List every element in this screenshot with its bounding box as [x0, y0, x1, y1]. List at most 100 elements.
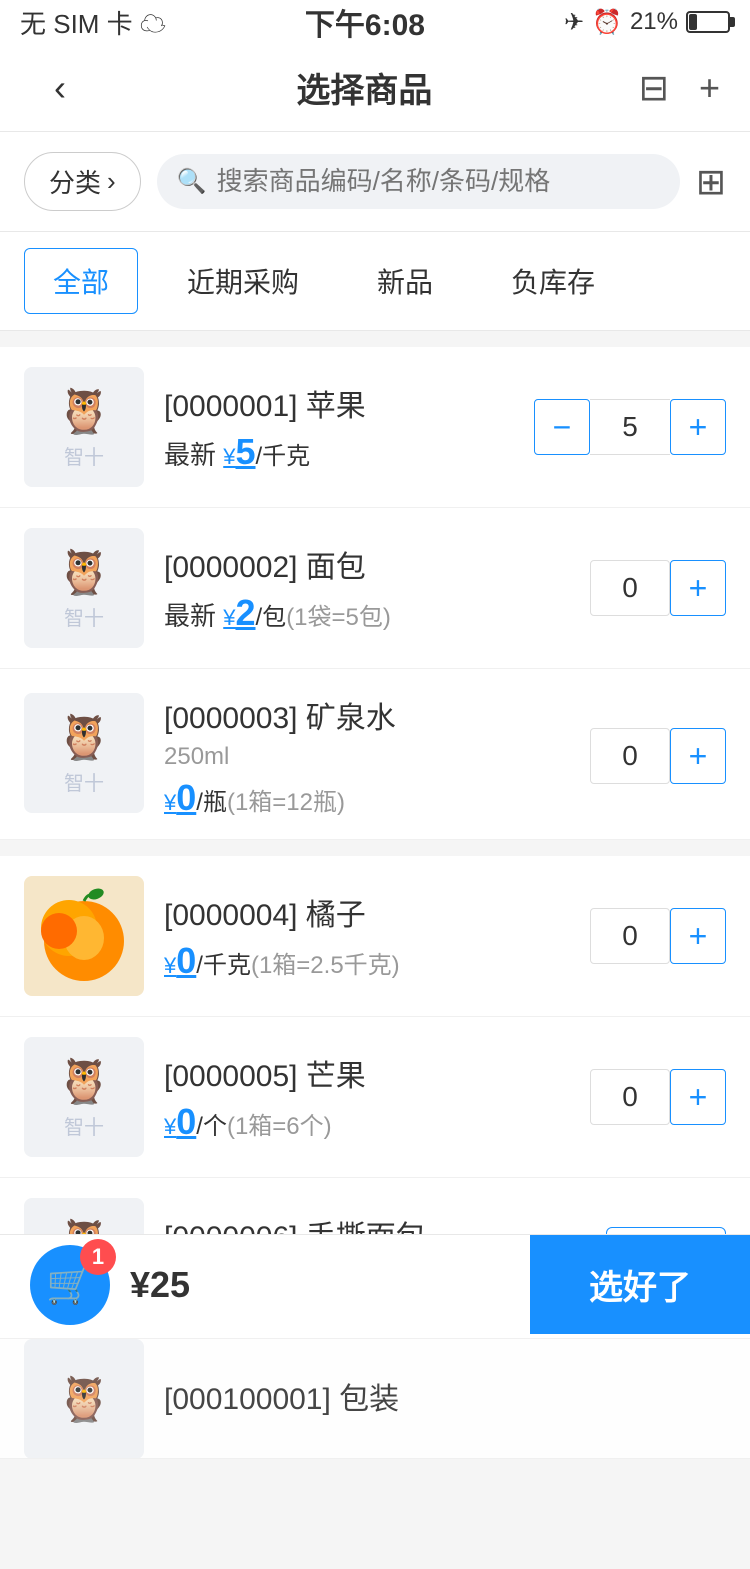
owl-placeholder: 🦉 智十 [24, 528, 144, 648]
product-thumbnail: 🦉 智十 [24, 1037, 144, 1157]
search-icon: 🔍 [177, 167, 207, 196]
fruit-image [24, 876, 144, 996]
battery-label: 21% [630, 8, 678, 36]
qty-plus-button[interactable]: + [670, 399, 726, 455]
category-label: 分类 [49, 163, 101, 200]
location-icon: ✈ [564, 8, 584, 37]
latest-label: 最新 [164, 440, 223, 470]
product-price: ¥0/个(1箱=6个) [164, 1101, 570, 1143]
price-value: 5 [235, 431, 255, 472]
tab-new[interactable]: 新品 [348, 248, 462, 314]
tab-all[interactable]: 全部 [24, 248, 138, 314]
product-name: [0000004] 橘子 [164, 890, 570, 934]
latest-label: 最新 [164, 601, 223, 631]
product-item: 🦉 智十 [0000001] 苹果 最新 ¥5/千克 − + [0, 347, 750, 508]
search-box: 🔍 [157, 154, 680, 209]
price-unit: /瓶 [196, 789, 227, 816]
price-extra: (1箱=2.5千克) [251, 952, 400, 979]
price-extra: (1袋=5包) [286, 604, 391, 631]
battery-icon [686, 11, 730, 33]
category-button[interactable]: 分类 › [24, 152, 141, 211]
brand-label: 智十 [64, 441, 104, 470]
nav-bar: ‹ 选择商品 ⊟ + [0, 44, 750, 132]
product-name: [000100001] 包装 [164, 1374, 726, 1418]
price-extra: (1箱=6个) [227, 1113, 332, 1140]
product-list: 🦉 智十 [0000001] 苹果 最新 ¥5/千克 − + 🦉 智十 [000… [0, 347, 750, 1569]
price-value: 0 [176, 940, 196, 981]
owl-placeholder: 🦉 [24, 1339, 144, 1459]
product-name: [0000003] 矿泉水 [164, 693, 570, 737]
qty-plus-button[interactable]: + [670, 1069, 726, 1125]
qty-input[interactable] [590, 728, 670, 784]
divider [0, 331, 750, 347]
product-info: [0000002] 面包 最新 ¥2/包(1袋=5包) [164, 542, 570, 634]
section-divider [0, 840, 750, 856]
cart-area: 🛒 1 ¥25 [0, 1245, 530, 1325]
qty-control: + [590, 1069, 726, 1125]
product-info: [000100001] 包装 [164, 1374, 726, 1424]
product-thumbnail [24, 876, 144, 996]
qty-control: + [590, 728, 726, 784]
price-prefix: ¥ [223, 605, 235, 630]
owl-icon: 🦉 [57, 1055, 112, 1107]
add-icon[interactable]: + [699, 67, 720, 109]
product-item: 🦉 [000100001] 包装 [0, 1339, 750, 1459]
price-value: 0 [176, 777, 196, 818]
product-item: 🦉 智十 [0000002] 面包 最新 ¥2/包(1袋=5包) + [0, 508, 750, 669]
owl-icon: 🦉 [57, 546, 112, 598]
status-time: 下午6:08 [305, 0, 425, 44]
product-thumbnail: 🦉 [24, 1339, 144, 1459]
filter-icon[interactable]: ⊟ [639, 67, 669, 109]
price-unit: /千克 [256, 443, 311, 470]
scan-icon[interactable]: ⊞ [696, 161, 726, 203]
product-name: [0000001] 苹果 [164, 381, 514, 425]
owl-placeholder: 🦉 智十 [24, 367, 144, 487]
qty-plus-button[interactable]: + [670, 728, 726, 784]
owl-placeholder: 🦉 智十 [24, 1037, 144, 1157]
product-info: [0000001] 苹果 最新 ¥5/千克 [164, 381, 514, 473]
status-bar: 无 SIM 卡 ☁ 下午6:08 ✈ ⏰ 21% [0, 0, 750, 44]
bottom-bar: 🛒 1 ¥25 选好了 [0, 1234, 750, 1334]
status-left: 无 SIM 卡 ☁ [20, 4, 166, 41]
product-info: [0000003] 矿泉水 250ml ¥0/瓶(1箱=12瓶) [164, 693, 570, 819]
product-item: [0000004] 橘子 ¥0/千克(1箱=2.5千克) + [0, 856, 750, 1017]
product-name: [0000002] 面包 [164, 542, 570, 586]
brand-label: 智十 [64, 1111, 104, 1140]
qty-minus-button[interactable]: − [534, 399, 590, 455]
cart-icon-wrap[interactable]: 🛒 1 [30, 1245, 110, 1325]
product-spec: 250ml [164, 743, 570, 771]
tab-bar: 全部 近期采购 新品 负库存 [0, 232, 750, 331]
qty-input[interactable] [590, 1069, 670, 1125]
price-unit: /个 [196, 1113, 227, 1140]
qty-control: + [590, 560, 726, 616]
qty-input[interactable] [590, 399, 670, 455]
status-right: ✈ ⏰ 21% [564, 8, 730, 37]
product-info: [0000004] 橘子 ¥0/千克(1箱=2.5千克) [164, 890, 570, 982]
product-name: [0000005] 芒果 [164, 1051, 570, 1095]
tab-recent[interactable]: 近期采购 [158, 248, 328, 314]
qty-input[interactable] [590, 908, 670, 964]
back-button[interactable]: ‹ [30, 58, 90, 118]
price-prefix: ¥ [223, 444, 235, 469]
price-value: 0 [176, 1101, 196, 1142]
product-price: 最新 ¥5/千克 [164, 431, 514, 473]
confirm-button[interactable]: 选好了 [530, 1235, 750, 1334]
qty-plus-button[interactable]: + [670, 560, 726, 616]
qty-plus-button[interactable]: + [670, 908, 726, 964]
nav-actions: ⊟ + [639, 67, 720, 109]
cart-total: ¥25 [130, 1264, 190, 1306]
category-arrow-icon: › [107, 166, 116, 197]
qty-control: + [590, 908, 726, 964]
price-prefix: ¥ [164, 1114, 176, 1139]
page-title: 选择商品 [296, 63, 432, 112]
tab-negative[interactable]: 负库存 [482, 248, 624, 314]
product-thumbnail: 🦉 智十 [24, 367, 144, 487]
owl-icon: 🦉 [57, 1373, 112, 1425]
search-input[interactable] [217, 166, 660, 197]
owl-icon: 🦉 [57, 385, 112, 437]
price-extra: (1箱=12瓶) [227, 789, 345, 816]
qty-control: − + [534, 399, 726, 455]
product-info: [0000005] 芒果 ¥0/个(1箱=6个) [164, 1051, 570, 1143]
qty-input[interactable] [590, 560, 670, 616]
cart-badge: 1 [80, 1239, 116, 1275]
